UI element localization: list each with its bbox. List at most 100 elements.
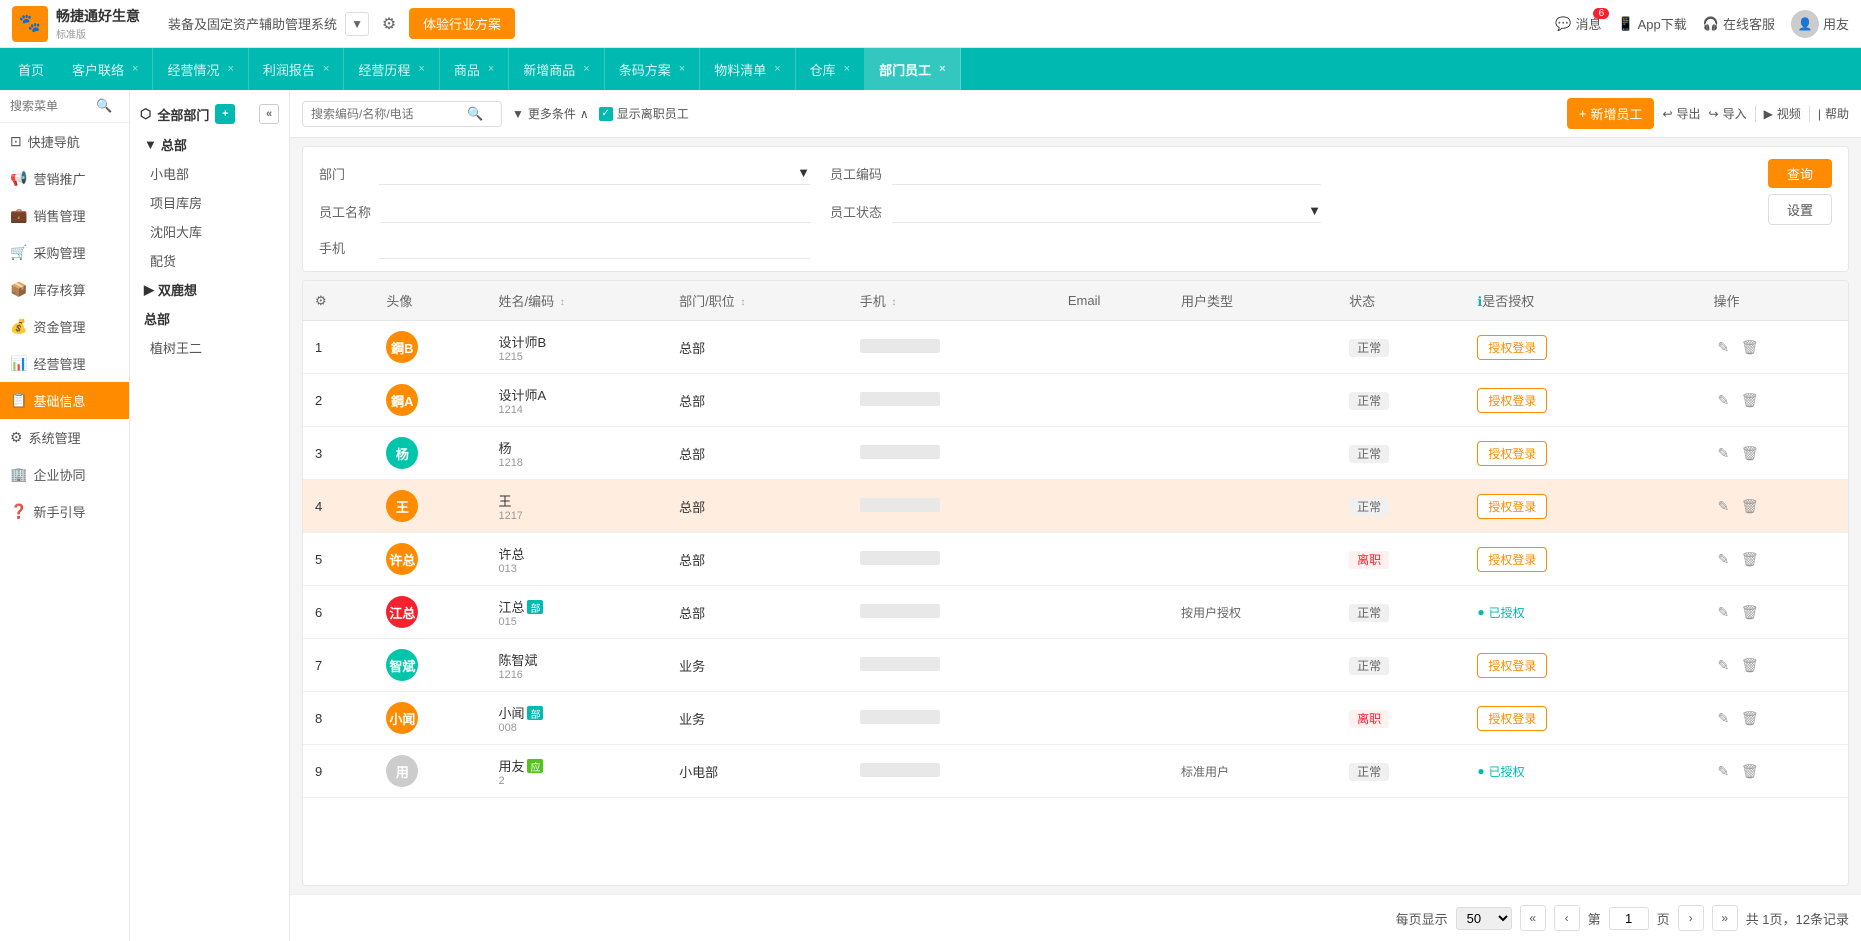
dept-item-project[interactable]: 项目库房 — [130, 188, 289, 217]
tab-profit[interactable]: 利润报告 × — [249, 48, 344, 90]
edit-button[interactable]: ✎ — [1714, 443, 1734, 464]
auth-login-button[interactable]: 授权登录 — [1477, 547, 1547, 572]
delete-button[interactable]: 🗑 — [1737, 443, 1763, 464]
dept-collapse-button[interactable]: « — [259, 104, 279, 124]
nav-tabs: 首页 客户联络 × 经营情况 × 利润报告 × 经营历程 × 商品 × 新增商品… — [0, 48, 1861, 90]
close-profit-tab[interactable]: × — [323, 63, 329, 75]
auth-login-button[interactable]: 授权登录 — [1477, 388, 1547, 413]
dept-item-small-elec[interactable]: 小电部 — [130, 159, 289, 188]
delete-button[interactable]: 🗑 — [1737, 655, 1763, 676]
last-page-button[interactable]: » — [1712, 905, 1738, 931]
empname-filter-input[interactable] — [381, 199, 810, 223]
delete-button[interactable]: 🗑 — [1737, 761, 1763, 782]
first-page-button[interactable]: « — [1520, 905, 1546, 931]
sidebar-item-enterprise[interactable]: 🏢 企业协同 — [0, 456, 129, 493]
message-item[interactable]: 💬 消息 6 — [1555, 14, 1601, 33]
sidebar-item-system[interactable]: ⚙ 系统管理 — [0, 419, 129, 456]
phone-filter-input[interactable] — [379, 235, 810, 259]
tab-history[interactable]: 经营历程 × — [344, 48, 439, 90]
help-button[interactable]: | 帮助 — [1818, 105, 1849, 122]
tab-new-goods[interactable]: 新增商品 × — [509, 48, 604, 90]
sidebar-item-guide[interactable]: ❓ 新手引导 — [0, 493, 129, 530]
dept-item-distribution[interactable]: 配货 — [130, 246, 289, 275]
delete-button[interactable]: 🗑 — [1737, 390, 1763, 411]
next-page-button[interactable]: › — [1678, 905, 1704, 931]
edit-button[interactable]: ✎ — [1714, 337, 1734, 358]
delete-button[interactable]: 🗑 — [1737, 602, 1763, 623]
prev-page-button[interactable]: ‹ — [1554, 905, 1580, 931]
edit-button[interactable]: ✎ — [1714, 549, 1734, 570]
close-operations-tab[interactable]: × — [227, 63, 233, 75]
close-goods-tab[interactable]: × — [488, 63, 494, 75]
tab-home[interactable]: 首页 — [4, 48, 58, 90]
delete-button[interactable]: 🗑 — [1737, 549, 1763, 570]
close-warehouse-tab[interactable]: × — [844, 63, 850, 75]
tab-operations[interactable]: 经营情况 × — [153, 48, 248, 90]
edit-button[interactable]: ✎ — [1714, 496, 1734, 517]
close-bom-tab[interactable]: × — [774, 63, 780, 75]
dept-group-headquarters[interactable]: ▼ 总部 — [130, 130, 289, 159]
col-settings[interactable]: ⚙ — [303, 281, 374, 321]
close-new-goods-tab[interactable]: × — [583, 63, 589, 75]
dept-filter-select[interactable]: ▼ — [379, 161, 810, 185]
sidebar-item-ops[interactable]: 📊 经营管理 — [0, 345, 129, 382]
app-download-item[interactable]: 📱 App下载 — [1617, 14, 1686, 33]
export-button[interactable]: ↩ 导出 — [1662, 105, 1700, 122]
empcode-filter-input[interactable] — [892, 161, 1321, 185]
sidebar-item-marketing[interactable]: 📢 营销推广 — [0, 160, 129, 197]
close-customer-tab[interactable]: × — [132, 63, 138, 75]
edit-button[interactable]: ✎ — [1714, 761, 1734, 782]
system-dropdown-button[interactable]: ▼ — [345, 12, 369, 36]
edit-button[interactable]: ✎ — [1714, 655, 1734, 676]
dept-tree: ⬡ 全部部门 + « ▼ 总部 小电部 项目库房 沈阳大库 配货 ▶ 双鹿想 总… — [130, 90, 290, 941]
auth-login-button[interactable]: 授权登录 — [1477, 653, 1547, 678]
sidebar-item-sales[interactable]: 💼 销售管理 — [0, 197, 129, 234]
dept-group-double-deer[interactable]: ▶ 双鹿想 — [130, 275, 289, 304]
tab-dept-emp[interactable]: 部门员工 × — [865, 48, 960, 90]
query-button[interactable]: 查询 — [1768, 159, 1832, 188]
tab-customer[interactable]: 客户联络 × — [58, 48, 153, 90]
reset-button[interactable]: 设置 — [1768, 194, 1832, 225]
dept-item-tree-planter[interactable]: 植树王二 — [130, 333, 289, 362]
page-size-select[interactable]: 50 100 200 — [1456, 907, 1512, 930]
close-dept-emp-tab[interactable]: × — [939, 63, 945, 75]
auth-login-button[interactable]: 授权登录 — [1477, 441, 1547, 466]
phone-blur — [860, 657, 940, 671]
tab-barcode[interactable]: 条码方案 × — [605, 48, 700, 90]
auth-login-button[interactable]: 授权登录 — [1477, 494, 1547, 519]
empstatus-filter-select[interactable]: ▼ — [892, 199, 1321, 223]
sidebar-item-purchase[interactable]: 🛒 采购管理 — [0, 234, 129, 271]
online-service-item[interactable]: 🎧 在线客服 — [1703, 14, 1775, 33]
video-button[interactable]: ▶ 视频 — [1764, 105, 1801, 122]
auth-login-button[interactable]: 授权登录 — [1477, 706, 1547, 731]
delete-button[interactable]: 🗑 — [1737, 708, 1763, 729]
more-filters-button[interactable]: ▼ 更多条件 ∧ — [512, 105, 589, 122]
delete-button[interactable]: 🗑 — [1737, 496, 1763, 517]
close-history-tab[interactable]: × — [418, 63, 424, 75]
sidebar-item-basic[interactable]: 📋 基础信息 — [0, 382, 129, 419]
sidebar-item-inventory[interactable]: 📦 库存核算 — [0, 271, 129, 308]
edit-button[interactable]: ✎ — [1714, 602, 1734, 623]
tab-goods[interactable]: 商品 × — [440, 48, 509, 90]
user-item[interactable]: 👤 用友 — [1791, 10, 1849, 38]
delete-button[interactable]: 🗑 — [1737, 337, 1763, 358]
add-employee-button[interactable]: + 新增员工 — [1567, 98, 1655, 129]
sidebar-search-input[interactable] — [10, 99, 90, 113]
sidebar-item-finance[interactable]: 💰 资金管理 — [0, 308, 129, 345]
search-input[interactable] — [311, 107, 461, 121]
tab-warehouse[interactable]: 仓库 × — [796, 48, 865, 90]
import-button[interactable]: ↪ 导入 — [1709, 105, 1747, 122]
close-barcode-tab[interactable]: × — [679, 63, 685, 75]
edit-button[interactable]: ✎ — [1714, 390, 1734, 411]
sidebar-item-quick-nav[interactable]: ⊡ 快捷导航 — [0, 123, 129, 160]
auth-login-button[interactable]: 授权登录 — [1477, 335, 1547, 360]
tab-bom[interactable]: 物料清单 × — [700, 48, 795, 90]
show-resigned-checkbox[interactable]: ✓ — [599, 107, 613, 121]
dept-group-hq2[interactable]: 总部 — [130, 304, 289, 333]
gear-button[interactable]: ⚙ — [377, 12, 401, 36]
dept-item-shenyang[interactable]: 沈阳大库 — [130, 217, 289, 246]
edit-button[interactable]: ✎ — [1714, 708, 1734, 729]
dept-add-button[interactable]: + — [215, 104, 235, 124]
trial-button[interactable]: 体验行业方案 — [409, 8, 515, 39]
page-input[interactable] — [1609, 907, 1649, 930]
